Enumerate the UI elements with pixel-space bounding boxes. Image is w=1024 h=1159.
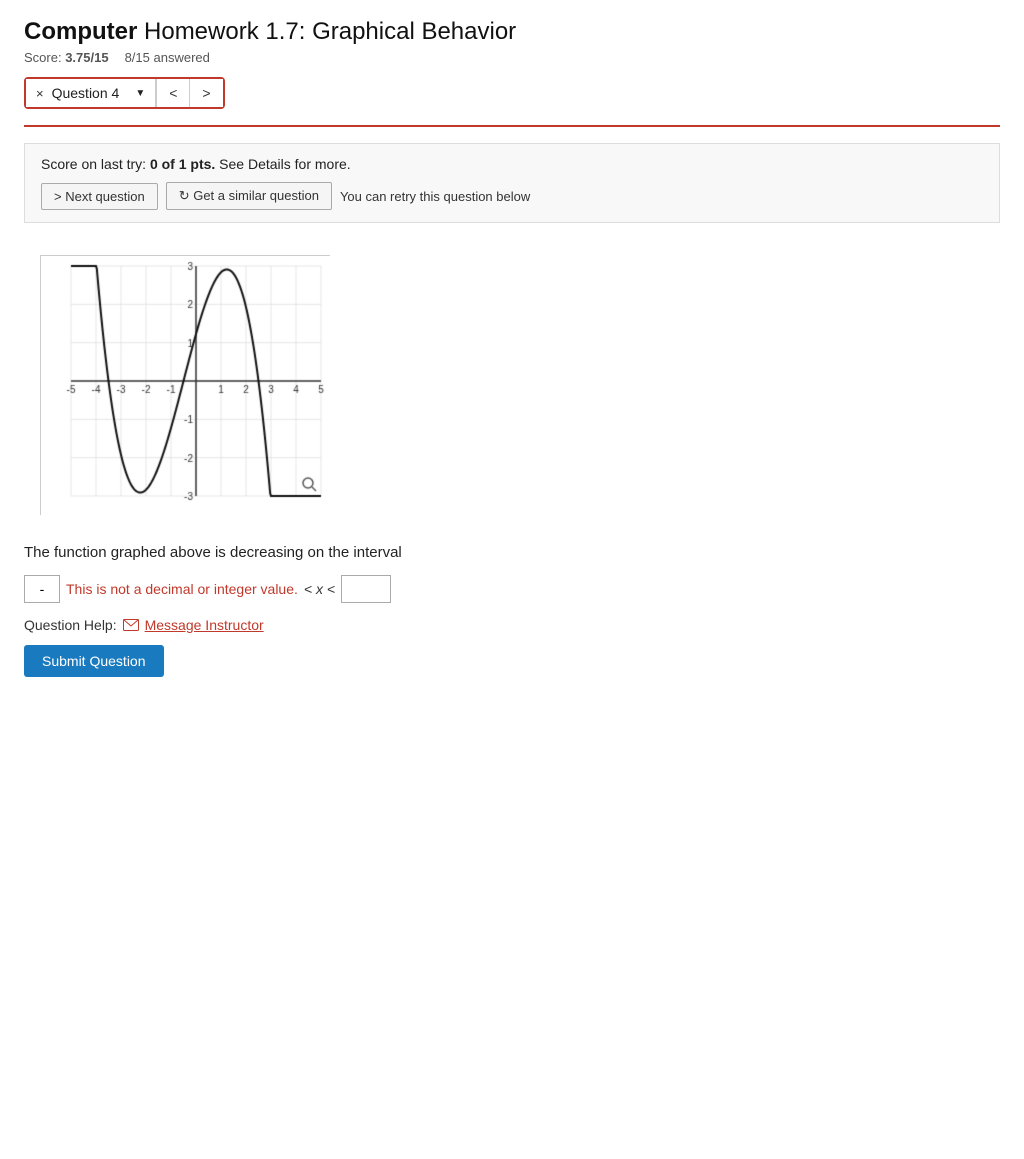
error-message: This is not a decimal or integer value. [66,581,298,597]
chevron-down-icon[interactable]: ▼ [135,88,145,99]
question-label: Question 4 [52,85,120,101]
graph-area [40,255,330,515]
question-text: The function graphed above is decreasing… [24,544,1000,561]
envelope-icon [123,619,139,631]
left-bound-input[interactable] [24,575,60,603]
graph-canvas [41,256,331,516]
retry-text: You can retry this question below [340,189,530,204]
prev-question-button[interactable]: < [156,79,189,107]
operator-text: < x < [304,581,335,597]
submit-button[interactable]: Submit Question [24,645,164,677]
help-label: Question Help: [24,617,117,633]
score-value: 3.75/15 [65,50,108,65]
answer-row: This is not a decimal or integer value. … [24,575,1000,603]
question-nav: × Question 4 ▼ < > [24,77,225,109]
score-label: Score: 3.75/15 [24,50,109,65]
next-question-button[interactable]: > Next question [41,183,158,210]
page-wrapper: Computer Homework 1.7: Graphical Behavio… [0,0,1024,1159]
score-text: Score on last try: 0 of 1 pts. See Detai… [41,156,983,172]
right-bound-input[interactable] [341,575,391,603]
score-bold: 0 of 1 pts. [150,156,215,172]
score-box: Score on last try: 0 of 1 pts. See Detai… [24,143,1000,223]
score-line: Score: 3.75/15 8/15 answered [24,50,1000,65]
question-help: Question Help: Message Instructor [24,617,1000,633]
next-question-button[interactable]: > [189,79,222,107]
page-title: Computer Homework 1.7: Graphical Behavio… [24,18,1000,46]
separator [24,125,1000,127]
action-buttons: > Next question ↻ Get a similar question… [41,182,983,210]
close-button[interactable]: × [36,86,44,101]
graph-container [40,255,330,515]
answered-count: 8/15 answered [125,50,210,65]
question-selector[interactable]: × Question 4 ▼ [26,79,156,107]
get-similar-button[interactable]: ↻ Get a similar question [166,182,332,210]
message-instructor-link[interactable]: Message Instructor [145,617,264,633]
